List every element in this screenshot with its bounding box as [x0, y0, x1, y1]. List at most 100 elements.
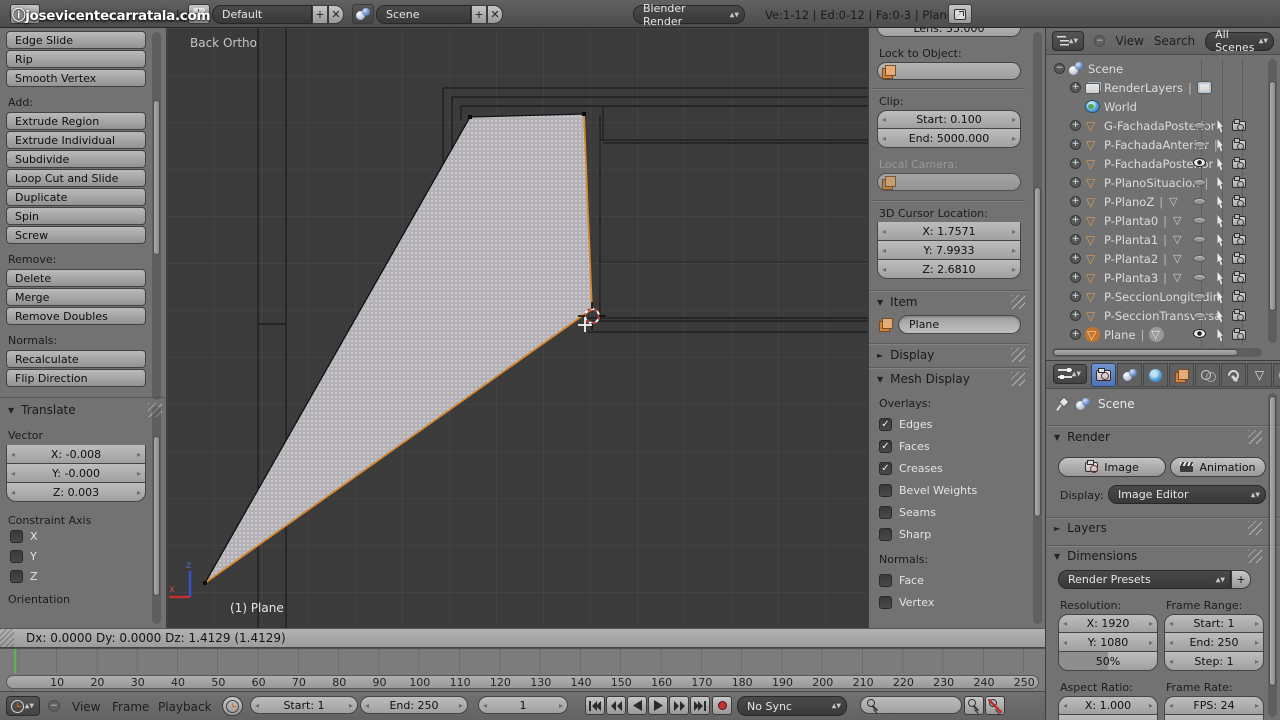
normals-checkbox[interactable] — [879, 574, 892, 587]
resolution-y-field[interactable]: Y: 1080 — [1058, 633, 1158, 652]
tool-button[interactable]: Extrude Individual — [6, 131, 146, 149]
scene-add-button[interactable]: + — [471, 5, 487, 24]
tab-render[interactable] — [1091, 363, 1116, 387]
eye-visibility-icon[interactable] — [1193, 141, 1206, 148]
outliner-scrollbar[interactable] — [1268, 59, 1277, 343]
panel-grip-icon[interactable] — [1248, 521, 1262, 535]
vector-number-field[interactable]: Z: 0.003 — [6, 483, 146, 502]
outliner-item-label[interactable]: RenderLayers — [1104, 81, 1183, 95]
outliner-item-label[interactable]: P-Planta1 — [1104, 233, 1158, 247]
outliner-item-label[interactable]: Scene — [1088, 62, 1123, 76]
outliner-row[interactable]: P-Planta0 | — [1046, 211, 1266, 230]
timeline-tracks[interactable] — [0, 648, 1045, 674]
expand-toggle-icon[interactable] — [1070, 291, 1081, 302]
eye-visibility-icon[interactable] — [1193, 217, 1206, 224]
tab-modifiers[interactable] — [1221, 363, 1246, 387]
timeline-start-field[interactable]: Start: 1 — [250, 696, 358, 714]
eye-visibility-icon[interactable] — [1193, 312, 1206, 319]
fps-field[interactable]: FPS: 24 — [1164, 696, 1264, 715]
tool-button[interactable]: Duplicate — [6, 188, 146, 206]
expand-toggle-icon[interactable] — [1070, 177, 1081, 188]
jump-to-end-button[interactable] — [690, 696, 710, 715]
render-engine-select[interactable]: Blender Render ▲▼ — [633, 2, 745, 28]
overlay-checkbox[interactable] — [879, 462, 892, 475]
outliner-row[interactable]: P-Planta2 | — [1046, 249, 1266, 268]
camera-render-icon[interactable] — [1232, 252, 1246, 264]
timeline-menu-view[interactable]: View — [72, 700, 100, 714]
play-button[interactable] — [648, 696, 668, 715]
outliner-row[interactable]: P-PlanoSituacion | — [1046, 173, 1266, 192]
tool-button[interactable]: Flip Direction — [6, 369, 146, 387]
frame-step-field[interactable]: Step: 1 — [1164, 652, 1264, 671]
axis-checkbox[interactable] — [10, 550, 23, 563]
cursor-selectable-icon[interactable] — [1217, 158, 1223, 171]
render-presets-select[interactable]: Render Presets ▲▼ — [1058, 570, 1231, 589]
layout-add-button[interactable]: + — [312, 5, 328, 24]
cursor-selectable-icon[interactable] — [1217, 120, 1223, 133]
outliner-editor-select[interactable]: ▲▼ — [1052, 31, 1085, 51]
lock-to-object-field[interactable] — [877, 62, 1021, 80]
aspect-y-field[interactable] — [1058, 715, 1158, 720]
record-button[interactable] — [712, 696, 732, 715]
vector-number-field[interactable]: Y: -0.000 — [6, 464, 146, 483]
tab-object-data[interactable]: ▽ — [1247, 363, 1272, 387]
outliner-menu-search[interactable]: Search — [1154, 34, 1195, 48]
outliner-row[interactable]: World | — [1046, 97, 1266, 116]
expand-toggle-icon[interactable] — [1070, 158, 1081, 169]
eye-visibility-icon[interactable] — [1193, 122, 1206, 129]
camera-render-icon[interactable] — [1232, 157, 1246, 169]
resolution-x-field[interactable]: X: 1920 — [1058, 614, 1158, 633]
camera-render-icon[interactable] — [1232, 214, 1246, 226]
outliner-menu-view[interactable]: View — [1115, 34, 1143, 48]
normals-checkbox[interactable] — [879, 596, 892, 609]
cursor-selectable-icon[interactable] — [1217, 215, 1223, 228]
aspect-x-field[interactable]: X: 1.000 — [1058, 696, 1158, 715]
display-panel-header[interactable]: ► Display — [869, 345, 1029, 365]
expand-toggle-icon[interactable] — [1070, 234, 1081, 245]
outliner-row[interactable]: Scene | — [1046, 59, 1266, 78]
outliner-row[interactable]: RenderLayers | — [1046, 78, 1266, 97]
overlay-checkbox[interactable] — [879, 440, 892, 453]
expand-toggle-icon[interactable] — [1070, 82, 1081, 93]
clip-end-field[interactable]: End: 5000.000 — [877, 129, 1021, 148]
tab-constraints[interactable] — [1195, 363, 1220, 387]
tool-button[interactable]: Subdivide — [6, 150, 146, 168]
outliner-hscrollbar[interactable] — [1052, 348, 1262, 357]
eye-visibility-icon[interactable] — [1193, 274, 1206, 281]
expand-toggle-icon[interactable] — [1070, 253, 1081, 264]
cursor-axis-field[interactable]: Y: 7.9933 — [877, 241, 1021, 260]
region-grip-icon[interactable] — [0, 629, 14, 647]
lens-field[interactable]: Lens: 35.000 — [877, 28, 1021, 37]
expand-toggle-icon[interactable] — [1070, 215, 1081, 226]
outliner-item-label[interactable]: World — [1104, 100, 1137, 114]
outliner-row[interactable]: G-FachadaPosterior | — [1046, 116, 1266, 135]
camera-render-icon[interactable] — [1232, 328, 1246, 340]
properties-scrollbar[interactable] — [1268, 393, 1277, 717]
plane-mesh[interactable] — [203, 112, 593, 585]
jump-to-start-button[interactable] — [585, 696, 605, 715]
layout-delete-button[interactable]: ✕ — [328, 5, 344, 24]
play-reverse-button[interactable] — [627, 696, 647, 715]
panel-grip-icon[interactable] — [1011, 348, 1025, 362]
render-animation-button[interactable]: Animation — [1170, 457, 1266, 477]
tool-button[interactable]: Rip — [6, 50, 146, 68]
eye-visibility-icon[interactable] — [1193, 236, 1206, 243]
outliner-row[interactable]: P-SeccionLongitudin | — [1046, 287, 1266, 306]
item-panel-header[interactable]: ▼ Item — [869, 292, 1029, 312]
camera-render-icon[interactable] — [1232, 290, 1246, 302]
n-panel-scrollbar[interactable] — [1033, 32, 1042, 624]
outliner-item-label[interactable]: Plane — [1104, 328, 1136, 342]
tool-button[interactable]: Extrude Region — [6, 112, 146, 130]
outliner-row[interactable]: P-SeccionTransversa | — [1046, 306, 1266, 325]
tab-world[interactable] — [1143, 363, 1168, 387]
overlay-checkbox[interactable] — [879, 418, 892, 431]
toolshelf-scrollbar[interactable] — [152, 32, 161, 400]
camera-render-icon[interactable] — [1232, 176, 1246, 188]
render-display-select[interactable]: Image Editor ▲▼ — [1108, 485, 1266, 504]
eye-visibility-icon[interactable] — [1193, 255, 1206, 262]
use-preview-range-toggle[interactable] — [222, 696, 243, 716]
layers-panel-header[interactable]: ► Layers — [1046, 518, 1266, 538]
panel-grip-icon[interactable] — [1248, 430, 1262, 444]
tool-button[interactable]: Spin — [6, 207, 146, 225]
outliner-item-label[interactable]: P-PlanoSituacion — [1104, 176, 1200, 190]
